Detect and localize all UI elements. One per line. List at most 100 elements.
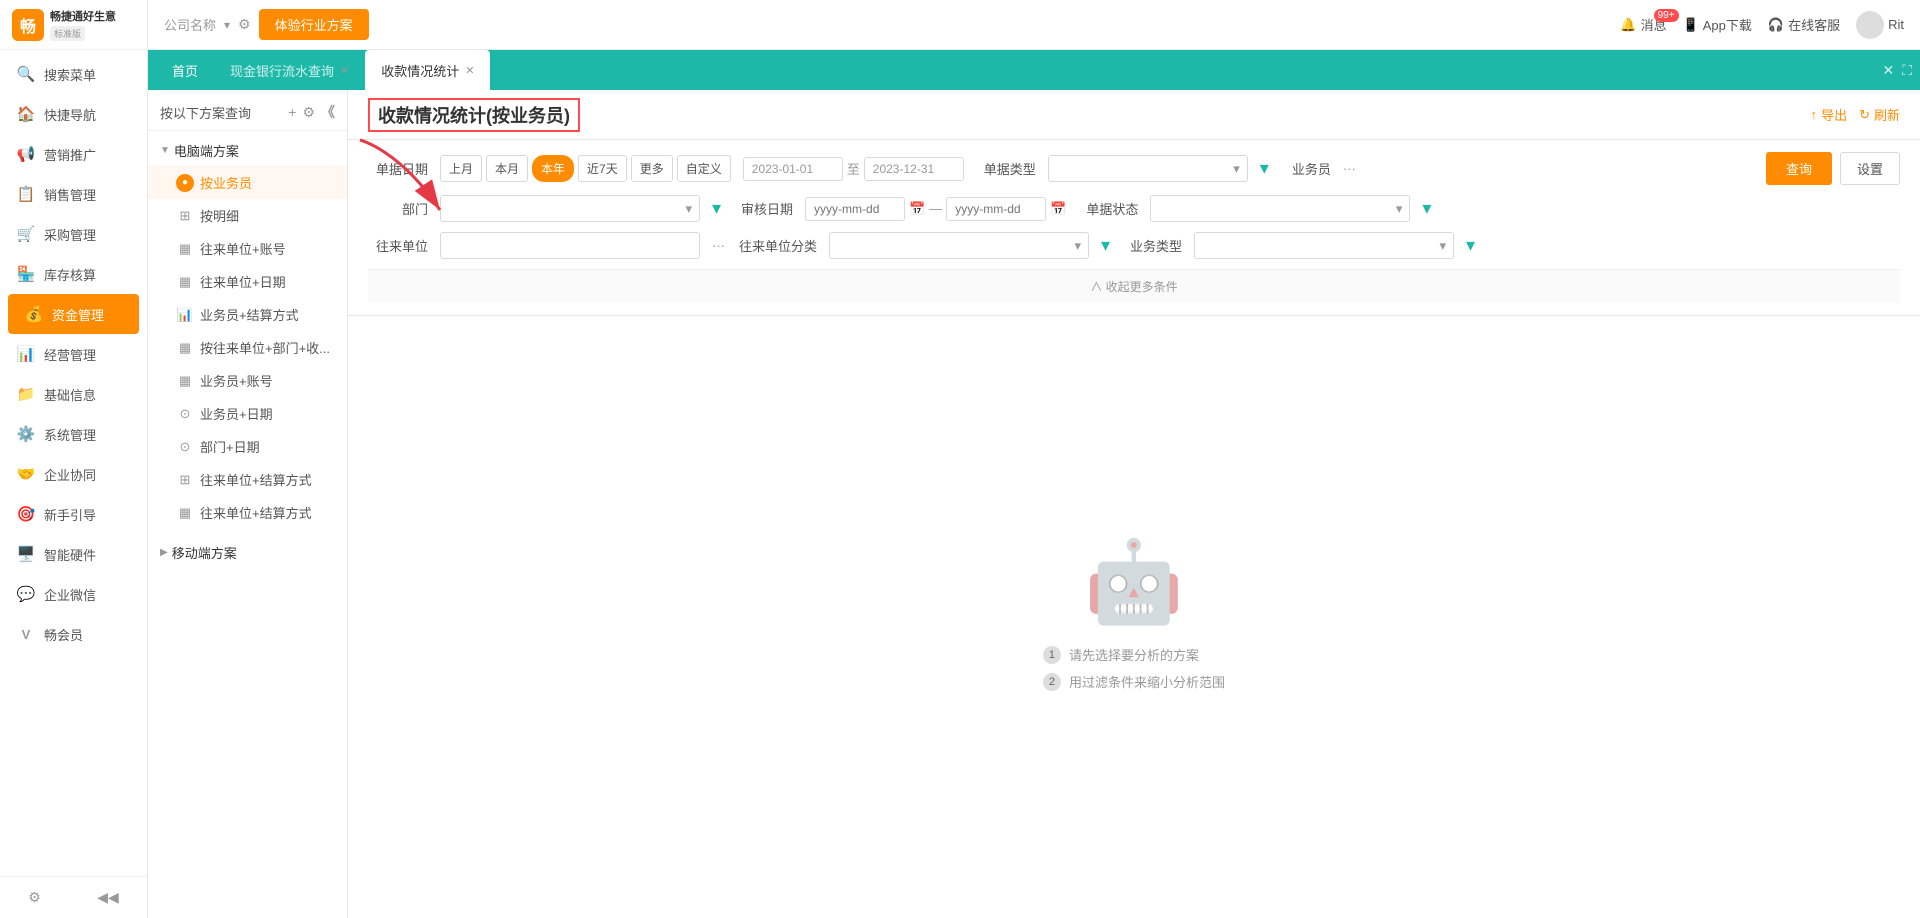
purchase-icon: 🛒 — [16, 224, 36, 244]
scheme-partner-account[interactable]: ▦ 往来单位+账号 — [148, 232, 347, 265]
scheme-salesperson-settlement[interactable]: 📊 业务员+结算方式 — [148, 298, 347, 331]
date-btn-custom[interactable]: 自定义 — [677, 155, 731, 182]
review-date-end-input[interactable] — [946, 197, 1046, 221]
header-right: 🔔 消息 99+ 📱 App下载 🎧 在线客服 Rit — [1620, 11, 1904, 39]
sidebar-item-operations[interactable]: 📊 经营管理 — [0, 334, 147, 374]
biz-type-select[interactable] — [1194, 232, 1454, 259]
wechat-icon: 💬 — [16, 584, 36, 604]
scheme-salesperson-account[interactable]: ▦ 业务员+账号 — [148, 364, 347, 397]
scheme-partner-settlement1[interactable]: ⊞ 往来单位+结算方式 — [148, 463, 347, 496]
empty-step-1: 1 请先选择要分析的方案 — [1043, 645, 1225, 664]
settings-bottom-btn[interactable]: ⚙ — [28, 889, 41, 906]
close-window-icon[interactable]: ✕ — [1882, 62, 1894, 79]
tab-bank[interactable]: 现金银行流水查询 ✕ — [214, 50, 365, 90]
header-gear-icon[interactable]: ⚙ — [238, 16, 251, 33]
collapse-panel-btn[interactable]: 《 — [321, 102, 335, 122]
scheme-partner-settlement2[interactable]: ▦ 往来单位+结算方式 — [148, 496, 347, 529]
doc-type-select[interactable] — [1048, 155, 1248, 182]
breadcrumb-dropdown-icon[interactable]: ▾ — [224, 18, 230, 32]
scheme-partner-date[interactable]: ▦ 往来单位+日期 — [148, 265, 347, 298]
hardware-icon: 🖥️ — [16, 544, 36, 564]
calendar-start-icon[interactable]: 📅 — [909, 201, 925, 217]
notification-bell[interactable]: 🔔 消息 99+ — [1620, 15, 1666, 34]
scheme-partner-dept[interactable]: ▦ 按往来单位+部门+收... — [148, 331, 347, 364]
doc-status-select-wrapper — [1150, 195, 1410, 222]
app-download-link[interactable]: 📱 App下载 — [1683, 15, 1752, 34]
date-tab-group: 上月 本月 本年 近7天 更多 自定义 — [440, 155, 731, 182]
sidebar-item-finance[interactable]: 💰 资金管理 — [8, 294, 139, 334]
top-header: 公司名称 ▾ ⚙ 体验行业方案 🔔 消息 99+ 📱 App下载 🎧 在线客服 … — [148, 0, 1920, 50]
collapse-sidebar-btn[interactable]: ◀◀ — [97, 889, 119, 906]
scheme-settings-btn[interactable]: ⚙ — [302, 104, 315, 121]
doc-type-label: 单据类型 — [976, 159, 1036, 178]
calendar-end-icon[interactable]: 📅 — [1050, 201, 1066, 217]
empty-steps: 1 请先选择要分析的方案 2 用过滤条件来缩小分析范围 — [1043, 645, 1225, 699]
date-btn-this-month[interactable]: 本月 — [486, 155, 528, 182]
partner-category-chevron-icon[interactable]: ▾ — [1101, 235, 1110, 256]
salesperson-more-icon[interactable]: ··· — [1343, 161, 1356, 176]
tab-receipts[interactable]: 收款情况统计 ✕ — [365, 50, 490, 90]
sidebar-item-wechat[interactable]: 💬 企业微信 — [0, 574, 147, 614]
filter-row-3: 往来单位 ··· 往来单位分类 ▾ 业务类型 — [368, 232, 1900, 259]
dept-select[interactable] — [440, 195, 700, 222]
notification-badge: 99+ — [1654, 9, 1679, 22]
sidebar-item-quicknav[interactable]: 🏠 快捷导航 — [0, 94, 147, 134]
doc-status-select[interactable] — [1150, 195, 1410, 222]
tab-close-bank[interactable]: ✕ — [340, 64, 349, 77]
inventory-icon: 🏪 — [16, 264, 36, 284]
review-date-start-input[interactable] — [805, 197, 905, 221]
step-number-2: 2 — [1043, 673, 1061, 691]
biz-type-chevron-icon[interactable]: ▾ — [1466, 235, 1475, 256]
tab-home[interactable]: 首页 — [156, 50, 214, 90]
online-service-link[interactable]: 🎧 在线客服 — [1768, 15, 1840, 34]
sidebar-item-guide[interactable]: 🎯 新手引导 — [0, 494, 147, 534]
collapse-conditions-bar[interactable]: ∧ 收起更多条件 — [368, 269, 1900, 303]
partner-settlement2-icon: ▦ — [176, 504, 194, 522]
sidebar-item-purchase[interactable]: 🛒 采购管理 — [0, 214, 147, 254]
export-button[interactable]: ↑ 导出 — [1811, 105, 1848, 124]
partner-category-select-wrapper — [829, 232, 1089, 259]
date-end-input[interactable] — [864, 157, 964, 181]
desktop-scheme-header[interactable]: ▼ 电脑端方案 — [148, 135, 347, 166]
query-button[interactable]: 查询 — [1766, 152, 1832, 185]
date-btn-more[interactable]: 更多 — [631, 155, 673, 182]
scheme-dept-date[interactable]: ⊙ 部门+日期 — [148, 430, 347, 463]
tab-close-receipts[interactable]: ✕ — [465, 64, 474, 77]
doc-type-chevron-icon[interactable]: ▾ — [1260, 158, 1269, 179]
mobile-scheme-header[interactable]: ▶ 移动端方案 — [148, 537, 347, 568]
date-btn-7days[interactable]: 近7天 — [578, 155, 627, 182]
detail-scheme-icon: ⊞ — [176, 207, 194, 225]
panel-header: 按以下方案查询 + ⚙ 《 — [148, 90, 347, 131]
maximize-window-icon[interactable]: ⛶ — [1902, 62, 1912, 79]
doc-status-chevron-icon[interactable]: ▾ — [1422, 198, 1431, 219]
partner-more-icon[interactable]: ··· — [712, 238, 725, 253]
sidebar-item-sales[interactable]: 📋 销售管理 — [0, 174, 147, 214]
scheme-by-salesperson[interactable]: ● 按业务员 — [148, 166, 347, 199]
sidebar-item-collab[interactable]: 🤝 企业协同 — [0, 454, 147, 494]
dept-chevron-icon[interactable]: ▾ — [712, 198, 721, 219]
sidebar-nav: 🔍 搜索菜单 🏠 快捷导航 📢 营销推广 📋 销售管理 🛒 采购管理 🏪 库存核… — [0, 50, 147, 876]
basic-icon: 📁 — [16, 384, 36, 404]
date-btn-this-year[interactable]: 本年 — [532, 155, 574, 182]
add-scheme-btn[interactable]: + — [288, 104, 296, 120]
date-btn-last-month[interactable]: 上月 — [440, 155, 482, 182]
user-menu[interactable]: Rit — [1856, 11, 1904, 39]
trial-button[interactable]: 体验行业方案 — [259, 9, 369, 40]
date-start-input[interactable] — [743, 157, 843, 181]
sidebar-item-basic[interactable]: 📁 基础信息 — [0, 374, 147, 414]
partner-category-select[interactable] — [829, 232, 1089, 259]
sidebar-item-marketing[interactable]: 📢 营销推广 — [0, 134, 147, 174]
marketing-icon: 📢 — [16, 144, 36, 164]
filter-row-1: 单据日期 上月 本月 本年 近7天 更多 自定义 至 — [368, 152, 1900, 185]
scheme-salesperson-date[interactable]: ⊙ 业务员+日期 — [148, 397, 347, 430]
sidebar-item-system[interactable]: ⚙️ 系统管理 — [0, 414, 147, 454]
scheme-by-detail[interactable]: ⊞ 按明细 — [148, 199, 347, 232]
sidebar-item-search[interactable]: 🔍 搜索菜单 — [0, 54, 147, 94]
sidebar-item-hardware[interactable]: 🖥️ 智能硬件 — [0, 534, 147, 574]
sidebar-item-inventory[interactable]: 🏪 库存核算 — [0, 254, 147, 294]
refresh-button[interactable]: ↻ 刷新 — [1859, 105, 1900, 124]
sidebar-item-member[interactable]: V 畅会员 — [0, 614, 147, 654]
partner-input[interactable] — [440, 232, 700, 259]
setting-button[interactable]: 设置 — [1840, 152, 1900, 185]
partner-date-icon: ▦ — [176, 273, 194, 291]
